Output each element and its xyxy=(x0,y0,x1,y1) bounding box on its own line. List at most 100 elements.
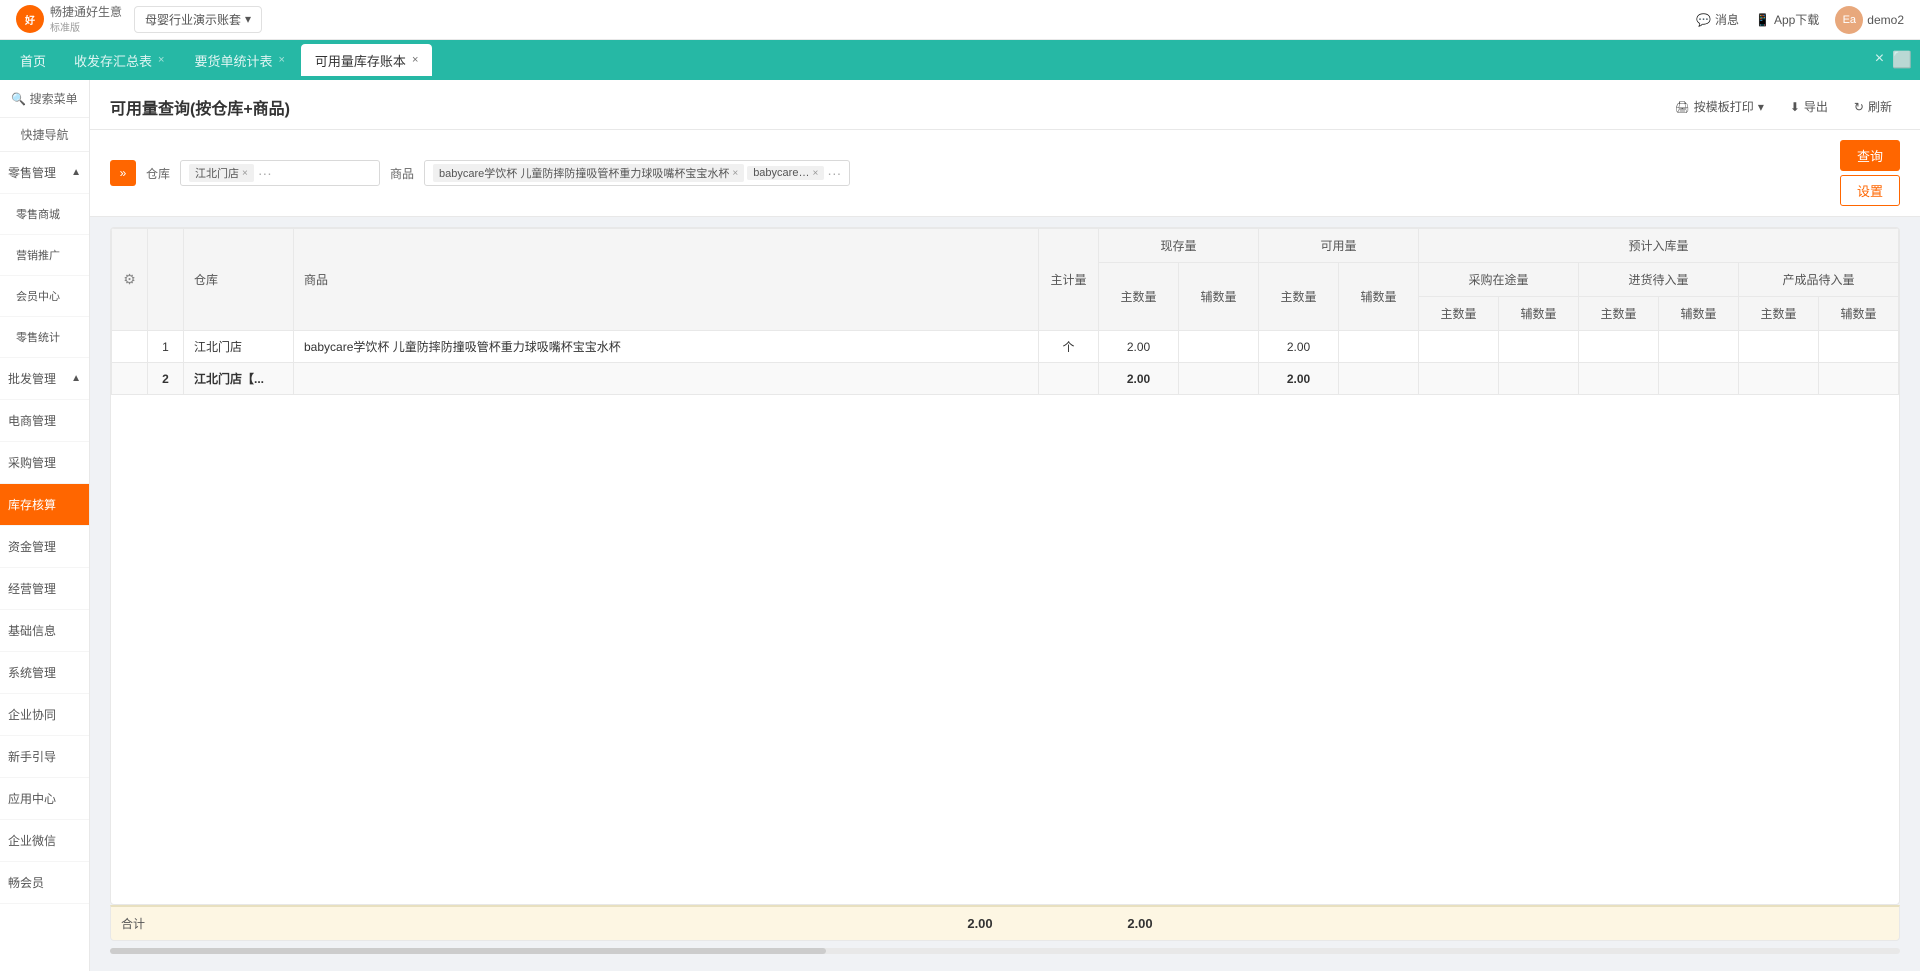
sidebar-item-newbie[interactable]: 新手引导 xyxy=(0,736,89,778)
quick-nav-label: 快捷导航 xyxy=(20,128,68,142)
product-tag-close-0[interactable]: × xyxy=(732,168,738,179)
close-window-icon[interactable]: × xyxy=(1875,50,1884,70)
tab-shoucunhui[interactable]: 收发存汇总表 × xyxy=(60,44,178,76)
footer-label: 合计 xyxy=(121,915,231,932)
product-filter-label: 商品 xyxy=(390,165,414,182)
logo-area: 好 畅捷通好生意 标准版 xyxy=(16,5,122,34)
product-filter-dots[interactable]: ··· xyxy=(827,165,841,181)
sidebar-item-label: 营销推广 xyxy=(16,247,60,263)
sidebar-item-label: 经营管理 xyxy=(8,580,56,597)
warehouse-tag: 江北门店 × xyxy=(189,164,254,182)
tab-close-shoucunhui[interactable]: × xyxy=(158,54,164,66)
sidebar-item-operations[interactable]: 经营管理 xyxy=(0,568,89,610)
sidebar-item-retail-mall[interactable]: 零售商城 xyxy=(0,194,89,235)
sidebar-item-vip[interactable]: 畅会员 xyxy=(0,862,89,904)
message-label: 消息 xyxy=(1715,11,1739,28)
tab-yaohuo[interactable]: 要货单统计表 × xyxy=(180,44,298,76)
industry-selector[interactable]: 母婴行业演示账套 ▾ xyxy=(134,6,262,33)
table-row: 2 江北门店【... 2.00 2.00 xyxy=(112,363,1899,395)
sidebar-item-label: 零售统计 xyxy=(16,329,60,345)
sidebar-item-wholesale[interactable]: 批发管理 ▲ xyxy=(0,358,89,400)
sidebar-item-label: 畅会员 xyxy=(8,874,44,891)
window-buttons: × ⬜ xyxy=(1875,50,1912,70)
gear-icon[interactable]: ⚙ xyxy=(123,271,136,287)
filter-area: » 仓库 江北门店 × ··· 商品 babycare学饮杯 儿童防摔防撞吸管杯… xyxy=(90,130,1920,217)
download-label: App下载 xyxy=(1774,11,1819,28)
setting-button[interactable]: 设置 xyxy=(1840,175,1900,206)
th-gear: ⚙ xyxy=(112,229,148,331)
main-layout: 🔍 搜索菜单 快捷导航 零售管理 ▲ 零售商城 营销推广 会员中心 零售统计 批… xyxy=(0,80,1920,971)
maximize-window-icon[interactable]: ⬜ xyxy=(1892,50,1912,70)
tab-close-keyongliang[interactable]: × xyxy=(412,54,418,66)
sidebar-search[interactable]: 🔍 搜索菜单 xyxy=(0,80,89,118)
sidebar-item-finance[interactable]: 资金管理 xyxy=(0,526,89,568)
sidebar-quick-nav[interactable]: 快捷导航 xyxy=(0,118,89,152)
sidebar-item-basic-info[interactable]: 基础信息 xyxy=(0,610,89,652)
logo-text: 畅捷通好生意 xyxy=(50,5,122,19)
th-incoming-group: 进货待入量 xyxy=(1579,263,1739,297)
product-tag-text-0: babycare学饮杯 儿童防摔防撞吸管杯重力球吸嘴杯宝宝水杯 xyxy=(439,165,729,181)
print-label: 按模板打印 xyxy=(1694,98,1754,115)
cell-production-aux xyxy=(1819,363,1899,395)
th-purchase-main: 主数量 xyxy=(1419,297,1499,331)
cell-available-main: 2.00 xyxy=(1259,331,1339,363)
refresh-button[interactable]: ↻ 刷新 xyxy=(1846,94,1900,119)
sidebar-item-label: 零售管理 xyxy=(8,164,56,181)
export-label: 导出 xyxy=(1804,98,1828,115)
filter-toggle[interactable]: » xyxy=(110,160,136,186)
sidebar-item-ecommerce[interactable]: 电商管理 xyxy=(0,400,89,442)
cell-product: babycare学饮杯 儿童防摔防撞吸管杯重力球吸嘴杯宝宝水杯 xyxy=(294,331,1039,363)
query-button[interactable]: 查询 xyxy=(1840,140,1900,171)
export-icon: ⬇ xyxy=(1790,100,1800,114)
nav-tabs: 首页 收发存汇总表 × 要货单统计表 × 可用量库存账本 × × ⬜ xyxy=(0,40,1920,80)
sidebar-item-label: 系统管理 xyxy=(8,664,56,681)
sidebar-item-label: 资金管理 xyxy=(8,538,56,555)
footer-available-main: 2.00 xyxy=(1100,916,1180,931)
sidebar-item-purchase[interactable]: 采购管理 xyxy=(0,442,89,484)
table-footer: 合计 2.00 2.00 xyxy=(110,905,1900,941)
product-tag-1: babycare… × xyxy=(747,166,824,180)
message-button[interactable]: 💬 消息 xyxy=(1696,11,1739,28)
sidebar-item-enterprise[interactable]: 企业协同 xyxy=(0,694,89,736)
cell-product xyxy=(294,363,1039,395)
sidebar-item-label: 新手引导 xyxy=(8,748,56,765)
sidebar-item-system[interactable]: 系统管理 xyxy=(0,652,89,694)
scroll-thumb[interactable] xyxy=(110,948,826,954)
warehouse-filter-dots[interactable]: ··· xyxy=(258,165,272,181)
tab-keyongliang[interactable]: 可用量库存账本 × xyxy=(301,44,432,76)
warehouse-tag-close[interactable]: × xyxy=(242,168,248,179)
th-stock-aux: 辅数量 xyxy=(1179,263,1259,331)
search-label: 搜索菜单 xyxy=(30,92,78,106)
cell-production-aux xyxy=(1819,331,1899,363)
search-icon: 🔍 xyxy=(11,92,26,106)
scroll-track[interactable] xyxy=(110,948,1900,954)
print-button[interactable]: 🖨 按模板打印 ▾ xyxy=(1667,94,1772,119)
user-name: demo2 xyxy=(1867,13,1904,27)
tab-close-yaohuo[interactable]: × xyxy=(278,54,284,66)
th-purchase-group: 采购在途量 xyxy=(1419,263,1579,297)
sidebar-item-retail-stats[interactable]: 零售统计 xyxy=(0,317,89,358)
tab-home[interactable]: 首页 xyxy=(8,44,58,76)
top-bar: 好 畅捷通好生意 标准版 母婴行业演示账套 ▾ 💬 消息 📱 App下载 Ea … xyxy=(0,0,1920,40)
user-profile[interactable]: Ea demo2 xyxy=(1835,6,1904,34)
page-header: 可用量查询(按仓库+商品) 🖨 按模板打印 ▾ ⬇ 导出 ↻ 刷新 xyxy=(90,80,1920,130)
sidebar-item-marketing[interactable]: 营销推广 xyxy=(0,235,89,276)
sidebar-item-wechat[interactable]: 企业微信 xyxy=(0,820,89,862)
export-button[interactable]: ⬇ 导出 xyxy=(1782,94,1836,119)
download-icon: 📱 xyxy=(1755,13,1770,27)
cell-available-aux xyxy=(1339,331,1419,363)
sidebar-item-retail-mgmt[interactable]: 零售管理 ▲ xyxy=(0,152,89,194)
sidebar-item-app-center[interactable]: 应用中心 xyxy=(0,778,89,820)
warehouse-filter-input[interactable]: 江北门店 × ··· xyxy=(180,160,380,186)
product-filter-input[interactable]: babycare学饮杯 儿童防摔防撞吸管杯重力球吸嘴杯宝宝水杯 × babyca… xyxy=(424,160,850,186)
product-tag-close-1[interactable]: × xyxy=(812,168,818,179)
sidebar-item-member[interactable]: 会员中心 xyxy=(0,276,89,317)
sidebar-item-inventory[interactable]: 库存核算 xyxy=(0,484,89,526)
cell-stock-aux xyxy=(1179,363,1259,395)
download-button[interactable]: 📱 App下载 xyxy=(1755,11,1819,28)
th-product: 商品 xyxy=(294,229,1039,331)
message-icon: 💬 xyxy=(1696,13,1711,27)
cell-purchase-main xyxy=(1419,331,1499,363)
cell-incoming-aux xyxy=(1659,331,1739,363)
th-stock-main: 主数量 xyxy=(1099,263,1179,331)
